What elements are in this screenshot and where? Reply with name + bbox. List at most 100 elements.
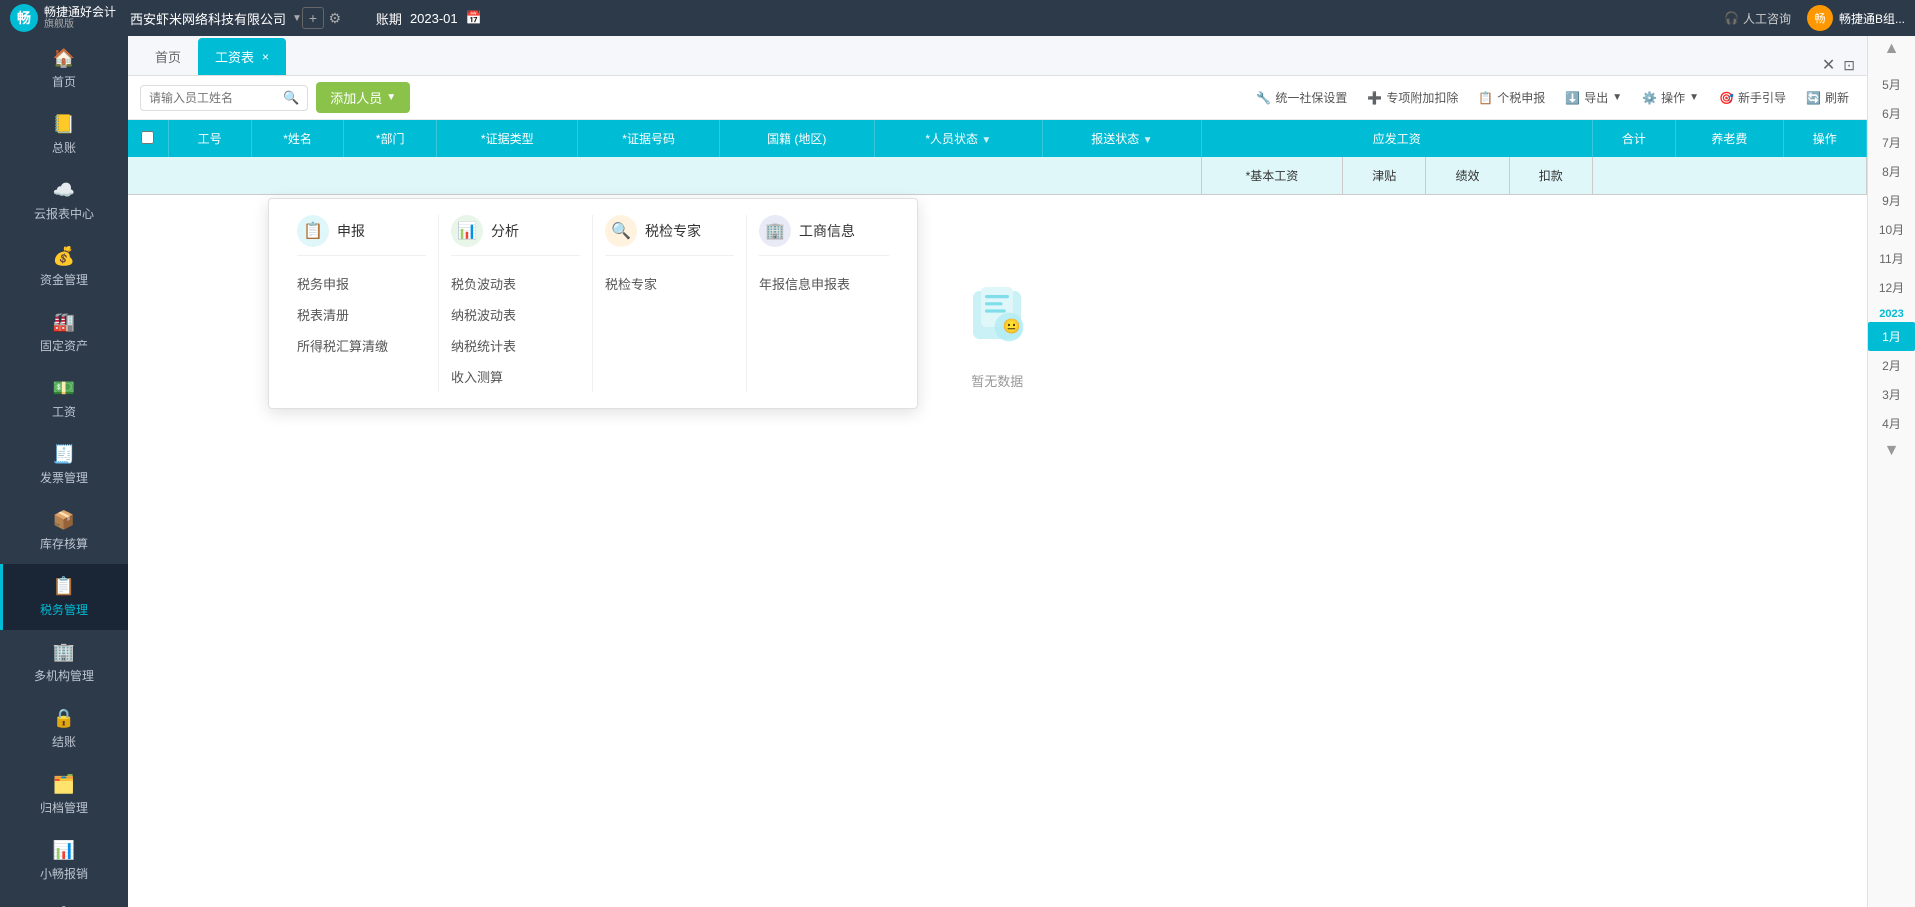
salary-icon: 💵	[53, 378, 75, 399]
declaration-col-icon: 📋	[297, 215, 329, 247]
header-actions: 🎧 人工咨询 畅 畅捷通B组...	[1724, 5, 1905, 31]
col-id-type: *证据类型	[437, 120, 578, 157]
empty-state-icon: 😐	[957, 275, 1037, 355]
dropdown-col-analysis-header: 📊 分析	[451, 215, 580, 256]
operations-button[interactable]: ⚙️ 操作 ▼	[1636, 85, 1705, 110]
sidebar-item-ledger[interactable]: 📒 总账	[0, 102, 128, 168]
sidebar-item-multi[interactable]: 🏢 多机构管理	[0, 630, 128, 696]
select-all-checkbox[interactable]	[141, 131, 154, 144]
bizinfo-col-icon: 🏢	[759, 215, 791, 247]
content-area: 首页 工资表 × ✕ ⊡ 🔍 添加人员 ▼ �	[128, 36, 1867, 907]
ledger-icon: 📒	[53, 114, 75, 135]
income-estimate-item[interactable]: 收入测算	[451, 361, 580, 392]
search-icon: 🔍	[283, 90, 299, 106]
period-info: 账期 2023-01 📅	[376, 9, 482, 28]
sidebar: 🏠 首页 📒 总账 ☁️ 云报表中心 💰 资金管理 🏭 固定资产 💵 工资 🧾 …	[0, 36, 128, 907]
window-close-icon[interactable]: ✕	[1822, 55, 1835, 75]
toolbar: 🔍 添加人员 ▼ 🔧 统一社保设置 ➕ 专项附加扣除 📋 个税申报 ⬇️	[128, 76, 1867, 120]
tax-payment-item[interactable]: 纳税波动表	[451, 299, 580, 330]
calendar-icon[interactable]: 📅	[466, 10, 482, 26]
sidebar-item-cloud[interactable]: ☁️ 云报表中心	[0, 168, 128, 234]
window-restore-icon[interactable]: ⊡	[1843, 57, 1855, 74]
year-label-2023-active: 2023	[1879, 302, 1903, 322]
sidebar-item-home[interactable]: 🏠 首页	[0, 36, 128, 102]
sidebar-item-tax[interactable]: 📋 税务管理	[0, 564, 128, 630]
sidebar-item-report[interactable]: 📊 小畅报销	[0, 828, 128, 894]
social-insurance-icon: 🔧	[1256, 91, 1271, 105]
help-button[interactable]: 🎧 人工咨询	[1724, 10, 1791, 27]
export-icon: ⬇️	[1565, 91, 1580, 105]
month-7[interactable]: 7月	[1868, 128, 1915, 157]
user-avatar-button[interactable]: 畅 畅捷通B组...	[1807, 5, 1905, 31]
search-input[interactable]	[149, 91, 279, 105]
tax-declaration-item[interactable]: 税务申报	[297, 268, 426, 299]
col-base-salary: *基本工资	[1201, 157, 1342, 195]
col-deduct: 扣款	[1509, 157, 1592, 195]
app-logo-icon: 畅	[10, 4, 38, 32]
col-allowance: 津贴	[1343, 157, 1426, 195]
sidebar-item-settings[interactable]: ⚙️ 基础设置	[0, 894, 128, 907]
tax-report-icon: 📋	[1478, 91, 1493, 105]
scroll-up-button[interactable]: ▲	[1884, 36, 1900, 62]
col-total: 合计	[1592, 120, 1675, 157]
tax-stats-item[interactable]: 纳税统计表	[451, 330, 580, 361]
month-4[interactable]: 4月	[1868, 409, 1915, 438]
status-filter-icon[interactable]: ▼	[981, 135, 991, 146]
send-status-filter-icon[interactable]: ▼	[1143, 135, 1153, 146]
funds-icon: 💰	[53, 246, 75, 267]
month-5[interactable]: 5月	[1868, 70, 1915, 99]
scroll-down-button[interactable]: ▼	[1884, 438, 1900, 464]
month-2[interactable]: 2月	[1868, 351, 1915, 380]
sidebar-item-invoice[interactable]: 🧾 发票管理	[0, 432, 128, 498]
tax-burden-item[interactable]: 税负波动表	[451, 268, 580, 299]
month-8[interactable]: 8月	[1868, 157, 1915, 186]
annual-report-item[interactable]: 年报信息申报表	[759, 268, 889, 299]
cloud-icon: ☁️	[53, 180, 75, 201]
sidebar-item-archive[interactable]: 🗂️ 归档管理	[0, 762, 128, 828]
month-6[interactable]: 6月	[1868, 99, 1915, 128]
top-header: 畅 畅捷通好会计 旗舰版 西安虾米网络科技有限公司 ▼ + ⚙ 账期 2023-…	[0, 0, 1915, 36]
dropdown-col-analysis: 📊 分析 税负波动表 纳税波动表 纳税统计表 收入测算	[439, 215, 593, 392]
refresh-icon: 🔄	[1806, 91, 1821, 105]
col-region: 国籍 (地区)	[719, 120, 874, 157]
month-9[interactable]: 9月	[1868, 186, 1915, 215]
dropdown-col-taxexpert-header: 🔍 税检专家	[605, 215, 734, 256]
sidebar-item-salary[interactable]: 💵 工资	[0, 366, 128, 432]
sidebar-item-funds[interactable]: 💰 资金管理	[0, 234, 128, 300]
tax-expert-item[interactable]: 税检专家	[605, 268, 734, 299]
assets-icon: 🏭	[53, 312, 75, 333]
sidebar-item-close[interactable]: 🔒 结账	[0, 696, 128, 762]
month-10[interactable]: 10月	[1868, 215, 1915, 244]
month-12[interactable]: 12月	[1868, 273, 1915, 302]
month-1-active[interactable]: 1月	[1868, 322, 1915, 351]
search-wrap: 🔍	[140, 85, 308, 111]
col-employee-no: 工号	[168, 120, 251, 157]
dropdown-col-declaration: 📋 申报 税务申报 税表清册 所得税汇算清缴	[285, 215, 439, 392]
tab-salary[interactable]: 工资表 ×	[198, 38, 286, 75]
export-button[interactable]: ⬇️ 导出 ▼	[1559, 85, 1628, 110]
sidebar-item-assets[interactable]: 🏭 固定资产	[0, 300, 128, 366]
tab-close-icon[interactable]: ×	[262, 50, 269, 64]
tab-home[interactable]: 首页	[138, 38, 198, 75]
inventory-icon: 📦	[53, 510, 75, 531]
sidebar-item-inventory[interactable]: 📦 库存核算	[0, 498, 128, 564]
tax-clearance-item[interactable]: 税表清册	[297, 299, 426, 330]
settings-icon[interactable]: ⚙	[324, 7, 346, 29]
social-insurance-button[interactable]: 🔧 统一社保设置	[1250, 85, 1353, 110]
special-deduction-button[interactable]: ➕ 专项附加扣除	[1361, 85, 1464, 110]
headset-icon: 🎧	[1724, 11, 1739, 25]
refresh-button[interactable]: 🔄 刷新	[1800, 85, 1855, 110]
add-company-button[interactable]: +	[302, 7, 324, 29]
month-3[interactable]: 3月	[1868, 380, 1915, 409]
svg-text:😐: 😐	[1003, 318, 1021, 335]
avatar: 畅	[1807, 5, 1833, 31]
multi-icon: 🏢	[53, 642, 75, 663]
month-11[interactable]: 11月	[1868, 244, 1915, 273]
close-period-icon: 🔒	[53, 708, 75, 729]
add-person-button[interactable]: 添加人员 ▼	[316, 82, 410, 113]
guide-button[interactable]: 🎯 新手引导	[1713, 85, 1792, 110]
col-dept: *部门	[344, 120, 437, 157]
company-selector[interactable]: 西安虾米网络科技有限公司 ▼	[130, 9, 302, 28]
tax-report-button[interactable]: 📋 个税申报	[1472, 85, 1551, 110]
income-tax-calc-item[interactable]: 所得税汇算清缴	[297, 330, 426, 361]
